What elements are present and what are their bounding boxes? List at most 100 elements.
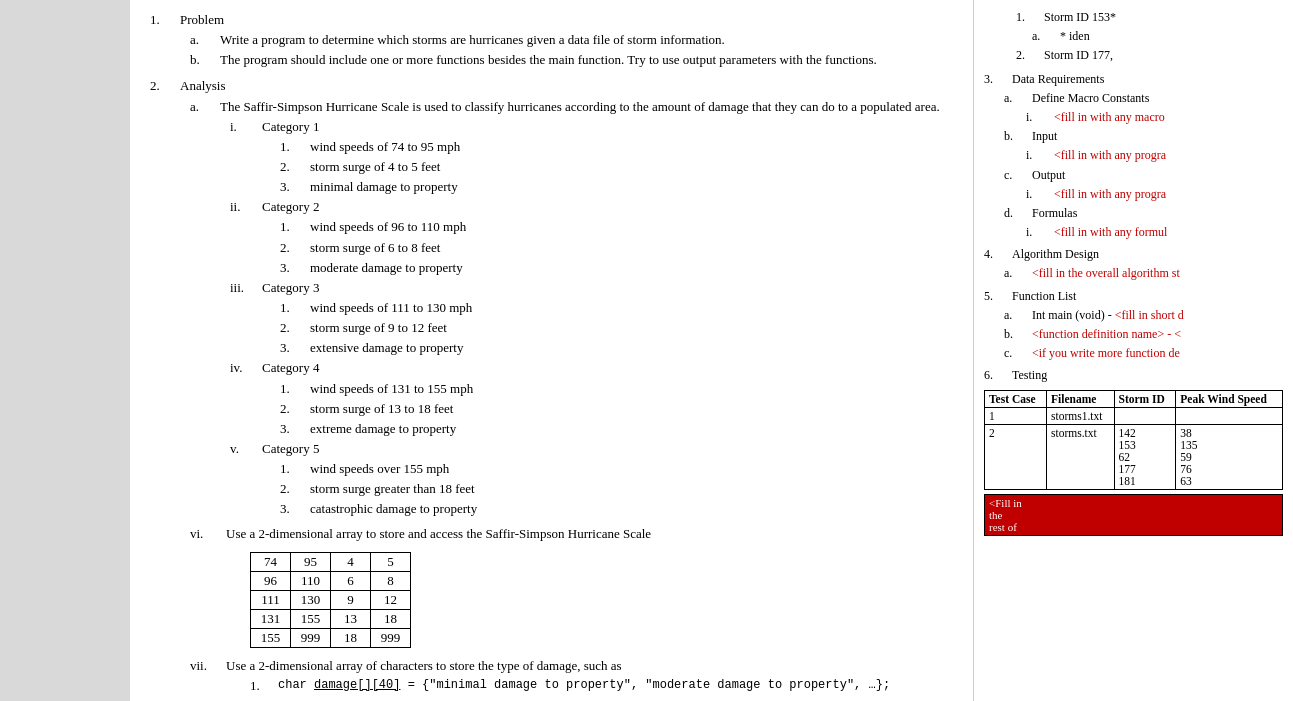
cat1-header: i. Category 1 <box>230 117 953 137</box>
rp-6-header: 6. Testing <box>984 366 1283 385</box>
right-panel: 1. Storm ID 153* a. * iden 2. Storm ID 1… <box>973 0 1293 701</box>
rp-4-header: 4. Algorithm Design <box>984 245 1283 264</box>
hurricane-table-cell: 18 <box>371 609 411 628</box>
test-row-1: 1 storms1.txt <box>985 407 1283 424</box>
problem-item-b: b. The program should include one or mor… <box>190 50 953 70</box>
section1-label: Problem <box>180 10 224 30</box>
cat3-header: iii. Category 3 <box>230 278 953 298</box>
rp-5-items: a. Int main (void) - <fill in short d b.… <box>1004 306 1283 364</box>
hurricane-table-cell: 18 <box>331 628 371 647</box>
hurricane-table-cell: 12 <box>371 590 411 609</box>
rp-3d-subs: i.<fill in with any formul <box>1026 223 1283 242</box>
hurricane-table-cell: 5 <box>371 552 411 571</box>
storm-id-153-text: Storm ID 153* <box>1044 8 1116 27</box>
section2-label: Analysis <box>180 76 226 96</box>
tc1-windspeed <box>1176 407 1283 424</box>
cat5-label: Category 5 <box>262 439 319 459</box>
rp-section-3: 3. Data Requirements a. Define Macro Con… <box>984 70 1283 243</box>
rp-3b: b. Input <box>1004 127 1283 146</box>
cat4-header: iv. Category 4 <box>230 358 953 378</box>
cat4-points: 1.wind speeds of 131 to 155 mph 2.storm … <box>280 379 953 439</box>
tc1-num: 1 <box>985 407 1047 424</box>
rp-3b-subs: i.<fill in with any progra <box>1026 146 1283 165</box>
test-table: Test Case Filename Storm ID Peak Wind Sp… <box>984 390 1283 490</box>
rp-3c-subs: i.<fill in with any progra <box>1026 185 1283 204</box>
left-sidebar <box>0 0 130 701</box>
fill-table: <Fill intherest of <box>984 494 1283 536</box>
hurricane-table-cell: 13 <box>331 609 371 628</box>
hurricane-table-cell: 96 <box>251 571 291 590</box>
cat5-header: v. Category 5 <box>230 439 953 459</box>
hurricane-table-cell: 4 <box>331 552 371 571</box>
tc1-stormid <box>1114 407 1176 424</box>
storm-id-153-sub: a. * iden <box>1032 27 1283 46</box>
rp-section-4: 4. Algorithm Design a. <fill in the over… <box>984 245 1283 283</box>
hurricane-table-cell: 74 <box>251 552 291 571</box>
cat1-label: Category 1 <box>262 117 319 137</box>
rp-4a-text: <fill in the overall algorithm st <box>1032 264 1180 283</box>
section-analysis: 2. Analysis a. The Saffir-Simpson Hurric… <box>150 76 953 696</box>
rp-3-header: 3. Data Requirements <box>984 70 1283 89</box>
vii-code: char damage[][40] = {"minimal damage to … <box>278 676 890 696</box>
hurricane-table-cell: 6 <box>331 571 371 590</box>
cat5-roman: v. <box>230 439 262 459</box>
cat3-roman: iii. <box>230 278 262 298</box>
problem-b-text: The program should include one or more f… <box>220 50 877 70</box>
storm-id-153-sub-text: * iden <box>1060 27 1090 46</box>
cat4-label: Category 4 <box>262 358 319 378</box>
hurricane-table-cell: 999 <box>371 628 411 647</box>
hurricane-table-cell: 111 <box>251 590 291 609</box>
test-table-header-windspeed: Peak Wind Speed <box>1176 390 1283 407</box>
rp-3c: c. Output <box>1004 166 1283 185</box>
storm-id-153-item: 1. Storm ID 153* <box>1016 8 1283 27</box>
problem-a-text: Write a program to determine which storm… <box>220 30 725 50</box>
rp-5b: b. <function definition name> - < <box>1004 325 1283 344</box>
hurricane-scale-table: 7495459611068111130912131155131815599918… <box>250 552 411 648</box>
vii-subpoint: 1. char damage[][40] = {"minimal damage … <box>250 676 953 696</box>
tc2-filename: storms.txt <box>1047 424 1115 489</box>
hurricane-table-cell: 131 <box>251 609 291 628</box>
section-problem: 1. Problem a. Write a program to determi… <box>150 10 953 70</box>
vii-text: Use a 2-dimensional array of characters … <box>226 656 622 676</box>
cat5-points: 1.wind speeds over 155 mph 2.storm surge… <box>280 459 953 519</box>
rp-section-6: 6. Testing <box>984 366 1283 385</box>
rp-3-items: a. Define Macro Constants i.<fill in wit… <box>1004 89 1283 243</box>
hurricane-table-cell: 110 <box>291 571 331 590</box>
hurricane-table-cell: 155 <box>251 628 291 647</box>
test-row-2: 2 storms.txt 14215362177181 38135597663 <box>985 424 1283 489</box>
tc2-windspeed: 38135597663 <box>1176 424 1283 489</box>
fill-box-container: <Fill intherest of <box>984 494 1283 536</box>
rp-5-header: 5. Function List <box>984 287 1283 306</box>
categories-list: i. Category 1 1.wind speeds of 74 to 95 … <box>230 117 953 520</box>
cat2-label: Category 2 <box>262 197 319 217</box>
vi-text: Use a 2-dimensional array to store and a… <box>226 524 651 544</box>
hurricane-table-cell: 130 <box>291 590 331 609</box>
storm-id-177-item: 2. Storm ID 177, <box>1016 46 1283 65</box>
hurricane-table-cell: 999 <box>291 628 331 647</box>
rp-5a: a. Int main (void) - <fill in short d <box>1004 306 1283 325</box>
rp-3a: a. Define Macro Constants <box>1004 89 1283 108</box>
fill-box-text: <Fill intherest of <box>985 494 1283 535</box>
cat2-header: ii. Category 2 <box>230 197 953 217</box>
cat2-points: 1.wind speeds of 96 to 110 mph 2.storm s… <box>280 217 953 277</box>
hurricane-table-cell: 9 <box>331 590 371 609</box>
rp-3a-subs: i.<fill in with any macro <box>1026 108 1283 127</box>
vii-marker: vii. <box>190 656 226 676</box>
analysis-item-a: a. The Saffir-Simpson Hurricane Scale is… <box>190 97 953 117</box>
analysis-a-marker: a. <box>190 97 220 117</box>
rp-3-label: Data Requirements <box>1012 70 1104 89</box>
analysis-a-text: The Saffir-Simpson Hurricane Scale is us… <box>220 97 940 117</box>
test-table-header-tc: Test Case <box>985 390 1047 407</box>
problem-b-marker: b. <box>190 50 220 70</box>
rp-3d: d. Formulas <box>1004 204 1283 223</box>
analysis-item-vii: vii. Use a 2-dimensional array of charac… <box>190 656 953 676</box>
hurricane-table-cell: 8 <box>371 571 411 590</box>
top-storm-ids: 1. Storm ID 153* a. * iden 2. Storm ID 1… <box>984 8 1283 66</box>
cat3-label: Category 3 <box>262 278 319 298</box>
cat1-roman: i. <box>230 117 262 137</box>
hurricane-table-cell: 95 <box>291 552 331 571</box>
test-table-header-filename: Filename <box>1047 390 1115 407</box>
test-table-header-stormid: Storm ID <box>1114 390 1176 407</box>
vi-marker: vi. <box>190 524 226 544</box>
cat2-roman: ii. <box>230 197 262 217</box>
